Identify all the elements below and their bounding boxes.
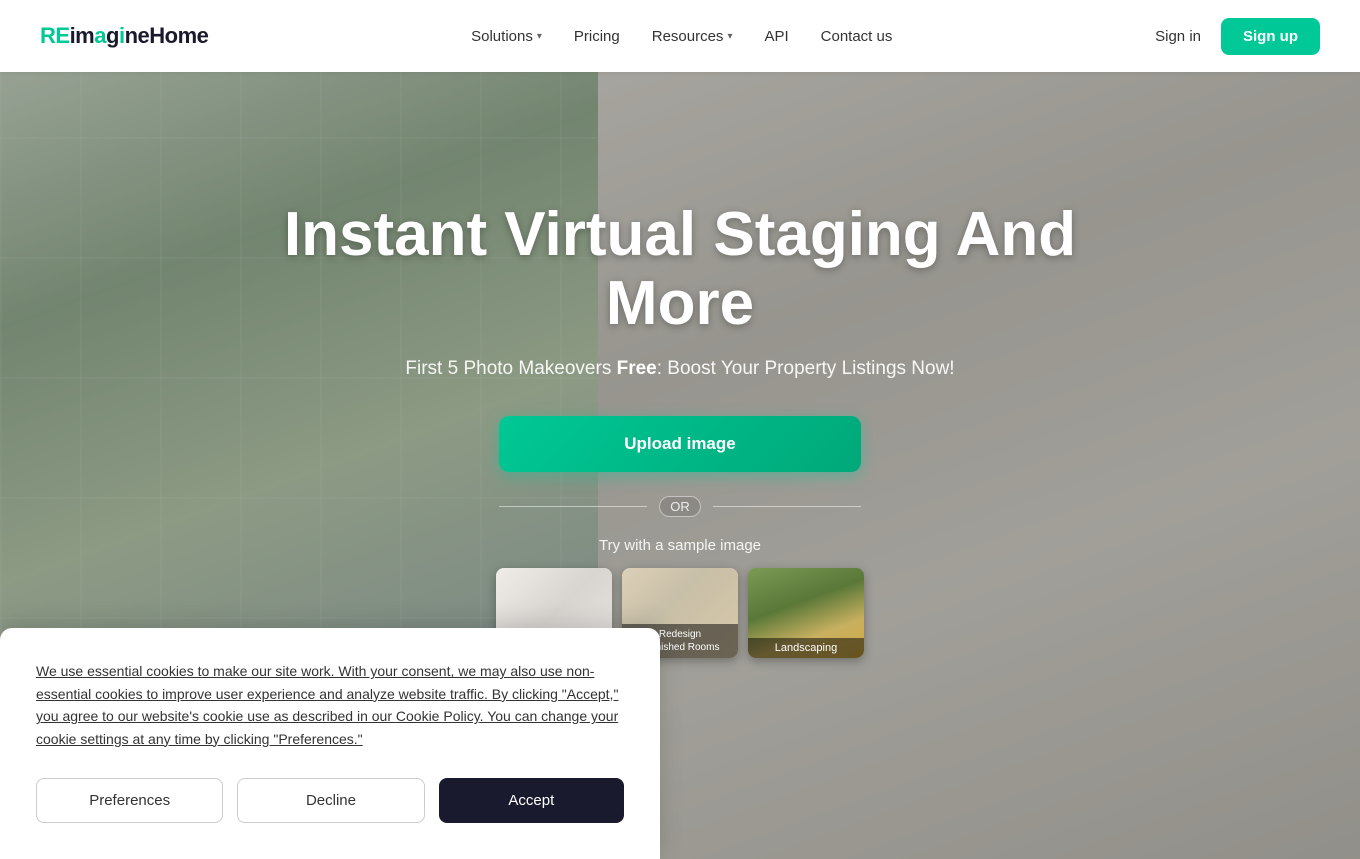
- signup-button[interactable]: Sign up: [1221, 18, 1320, 55]
- sample-3-caption: Landscaping: [748, 638, 864, 658]
- hero-title: Instant Virtual Staging And More: [270, 201, 1090, 337]
- nav-api[interactable]: API: [764, 28, 788, 45]
- sample-landscaping[interactable]: Landscaping: [748, 568, 864, 658]
- sample-bg-3: Landscaping: [748, 568, 864, 658]
- nav-resources[interactable]: Resources ▾: [652, 28, 733, 45]
- cookie-buttons: Preferences Decline Accept: [36, 778, 624, 823]
- decline-button[interactable]: Decline: [237, 778, 424, 823]
- hero-free-text: Free: [617, 358, 657, 379]
- cookie-policy-link[interactable]: Cookie Policy: [396, 708, 480, 724]
- or-divider: OR: [499, 496, 861, 517]
- upload-image-button[interactable]: Upload image: [499, 416, 861, 472]
- hero-content: Instant Virtual Staging And More First 5…: [250, 201, 1110, 657]
- logo[interactable]: REimagineHome: [40, 23, 208, 49]
- preferences-button[interactable]: Preferences: [36, 778, 223, 823]
- sample-label: Try with a sample image: [270, 537, 1090, 554]
- nav-solutions[interactable]: Solutions ▾: [471, 28, 542, 45]
- divider-line-right: [713, 506, 861, 507]
- cookie-banner: We use essential cookies to make our sit…: [0, 628, 660, 859]
- chevron-down-icon: ▾: [727, 31, 732, 42]
- nav-contact[interactable]: Contact us: [821, 28, 893, 45]
- signin-link[interactable]: Sign in: [1155, 28, 1201, 45]
- or-text: OR: [659, 496, 701, 517]
- navbar: REimagineHome Solutions ▾ Pricing Resour…: [0, 0, 1360, 72]
- hero-subtitle: First 5 Photo Makeovers Free: Boost Your…: [270, 358, 1090, 380]
- preferences-inline-link[interactable]: Preferences: [278, 731, 353, 747]
- nav-right: Sign in Sign up: [1155, 18, 1320, 55]
- divider-line-left: [499, 506, 647, 507]
- nav-links: Solutions ▾ Pricing Resources ▾ API Cont…: [471, 28, 892, 45]
- accept-button[interactable]: Accept: [439, 778, 624, 823]
- chevron-down-icon: ▾: [537, 31, 542, 42]
- logo-text: REimagineHome: [40, 23, 208, 48]
- cookie-text: We use essential cookies to make our sit…: [36, 660, 624, 750]
- nav-pricing[interactable]: Pricing: [574, 28, 620, 45]
